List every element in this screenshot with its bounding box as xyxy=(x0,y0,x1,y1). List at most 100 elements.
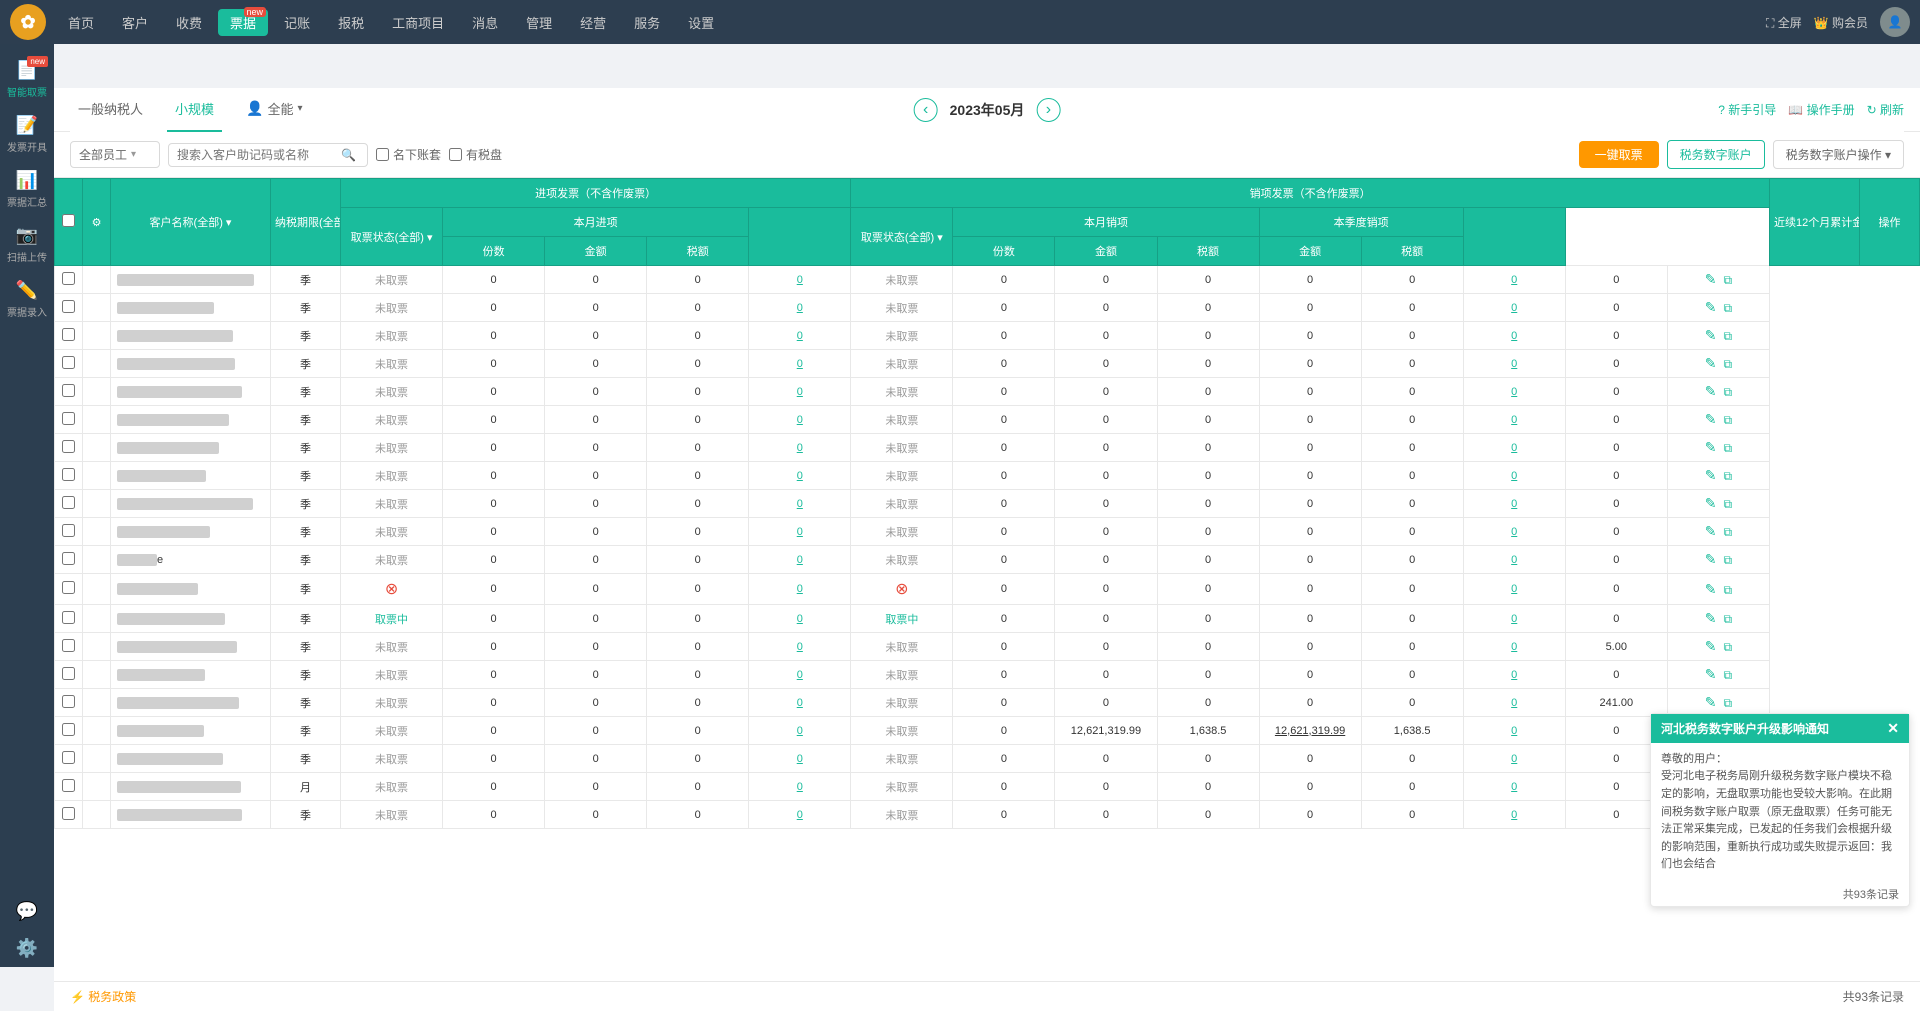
edit-icon[interactable]: ✎ xyxy=(1705,327,1717,343)
next-month-btn[interactable]: › xyxy=(1036,98,1060,122)
copy-icon[interactable]: ⧉ xyxy=(1724,385,1733,399)
edit-icon[interactable]: ✎ xyxy=(1705,439,1717,455)
th-client-name[interactable]: 客户名称(全部) ▾ xyxy=(111,179,271,266)
in-detail-link[interactable]: 0 xyxy=(797,697,803,709)
sidebar-item-invoice-summary[interactable]: 📊 票据汇总 xyxy=(0,162,54,217)
nav-tax[interactable]: 报税 xyxy=(326,9,376,36)
edit-icon[interactable]: ✎ xyxy=(1705,383,1717,399)
in-detail-link[interactable]: 0 xyxy=(797,641,803,653)
row-checkbox-cell[interactable] xyxy=(55,546,83,574)
out-detail-link[interactable]: 0 xyxy=(1511,809,1517,821)
new-guide-btn[interactable]: ? 新手引导 xyxy=(1718,101,1776,118)
row-checkbox-cell[interactable] xyxy=(55,490,83,518)
edit-icon[interactable]: ✎ xyxy=(1705,581,1717,597)
subordinate-accounts-checkbox[interactable] xyxy=(376,148,389,161)
out-detail-link[interactable]: 0 xyxy=(1511,613,1517,625)
sidebar-item-invoice-issue[interactable]: 📝 发票开具 xyxy=(0,107,54,162)
row-checkbox-cell[interactable] xyxy=(55,406,83,434)
nav-messages[interactable]: 消息 xyxy=(460,9,510,36)
search-input[interactable] xyxy=(177,148,337,162)
nav-clients[interactable]: 客户 xyxy=(110,9,160,36)
row-checkbox-cell[interactable] xyxy=(55,350,83,378)
row-checkbox-cell[interactable] xyxy=(55,462,83,490)
row-checkbox-cell[interactable] xyxy=(55,773,83,801)
in-detail-link[interactable]: 0 xyxy=(797,302,803,314)
edit-icon[interactable]: ✎ xyxy=(1705,523,1717,539)
row-checkbox[interactable] xyxy=(62,807,75,820)
copy-icon[interactable]: ⧉ xyxy=(1724,273,1733,287)
row-checkbox-cell[interactable] xyxy=(55,266,83,294)
copy-icon[interactable]: ⧉ xyxy=(1724,413,1733,427)
sidebar-item-scan-upload[interactable]: 📷 扫描上传 xyxy=(0,217,54,272)
copy-icon[interactable]: ⧉ xyxy=(1724,469,1733,483)
tax-digital-account-btn[interactable]: 税务数字账户 xyxy=(1667,140,1765,169)
user-avatar[interactable]: 👤 xyxy=(1880,7,1910,37)
edit-icon[interactable]: ✎ xyxy=(1705,638,1717,654)
in-detail-link[interactable]: 0 xyxy=(797,613,803,625)
popup-close-btn[interactable]: ✕ xyxy=(1887,720,1899,737)
row-checkbox[interactable] xyxy=(62,356,75,369)
row-checkbox[interactable] xyxy=(62,552,75,565)
row-checkbox[interactable] xyxy=(62,524,75,537)
row-checkbox[interactable] xyxy=(62,751,75,764)
fullscreen-btn[interactable]: ⛶ 全屏 xyxy=(1766,14,1802,31)
row-checkbox-cell[interactable] xyxy=(55,633,83,661)
edit-icon[interactable]: ✎ xyxy=(1705,694,1717,710)
edit-icon[interactable]: ✎ xyxy=(1705,551,1717,567)
th-tax-period[interactable]: 纳税期限(全部) ▾ xyxy=(271,179,341,266)
edit-icon[interactable]: ✎ xyxy=(1705,355,1717,371)
copy-icon[interactable]: ⧉ xyxy=(1724,329,1733,343)
search-icon[interactable]: 🔍 xyxy=(341,148,356,162)
in-detail-link[interactable]: 0 xyxy=(797,526,803,538)
out-detail-link[interactable]: 0 xyxy=(1511,358,1517,370)
edit-icon[interactable]: ✎ xyxy=(1705,467,1717,483)
in-detail-link[interactable]: 0 xyxy=(797,583,803,595)
copy-icon[interactable]: ⧉ xyxy=(1724,301,1733,315)
row-checkbox-cell[interactable] xyxy=(55,574,83,605)
copy-icon[interactable]: ⧉ xyxy=(1724,553,1733,567)
edit-icon[interactable]: ✎ xyxy=(1705,666,1717,682)
row-checkbox[interactable] xyxy=(62,496,75,509)
row-checkbox[interactable] xyxy=(62,611,75,624)
nav-settings[interactable]: 设置 xyxy=(676,9,726,36)
nav-invoices[interactable]: 票据 new xyxy=(218,9,268,36)
in-detail-link[interactable]: 0 xyxy=(797,753,803,765)
in-detail-link[interactable]: 0 xyxy=(797,781,803,793)
row-checkbox-cell[interactable] xyxy=(55,434,83,462)
out-detail-link[interactable]: 0 xyxy=(1511,753,1517,765)
copy-icon[interactable]: ⧉ xyxy=(1724,612,1733,626)
row-checkbox[interactable] xyxy=(62,581,75,594)
out-detail-link[interactable]: 0 xyxy=(1511,781,1517,793)
th-in-status[interactable]: 取票状态(全部) ▾ xyxy=(341,208,443,266)
edit-icon[interactable]: ✎ xyxy=(1705,299,1717,315)
out-detail-link[interactable]: 0 xyxy=(1511,725,1517,737)
row-checkbox[interactable] xyxy=(62,440,75,453)
nav-service[interactable]: 服务 xyxy=(622,9,672,36)
in-detail-link[interactable]: 0 xyxy=(797,386,803,398)
th-out-status[interactable]: 取票状态(全部) ▾ xyxy=(851,208,953,266)
in-detail-link[interactable]: 0 xyxy=(797,669,803,681)
out-detail-link[interactable]: 0 xyxy=(1511,330,1517,342)
out-detail-link[interactable]: 0 xyxy=(1511,274,1517,286)
copy-icon[interactable]: ⧉ xyxy=(1724,497,1733,511)
edit-icon[interactable]: ✎ xyxy=(1705,610,1717,626)
row-checkbox[interactable] xyxy=(62,384,75,397)
row-checkbox[interactable] xyxy=(62,300,75,313)
out-detail-link[interactable]: 0 xyxy=(1511,414,1517,426)
out-detail-link[interactable]: 0 xyxy=(1511,442,1517,454)
copy-icon[interactable]: ⧉ xyxy=(1724,583,1733,597)
nav-home[interactable]: 首页 xyxy=(56,9,106,36)
out-detail-link[interactable]: 0 xyxy=(1511,583,1517,595)
has-taxdisk-checkbox[interactable] xyxy=(449,148,462,161)
in-detail-link[interactable]: 0 xyxy=(797,330,803,342)
one-click-invoice-btn[interactable]: 一键取票 xyxy=(1579,141,1659,168)
row-checkbox-cell[interactable] xyxy=(55,518,83,546)
row-checkbox[interactable] xyxy=(62,468,75,481)
copy-icon[interactable]: ⧉ xyxy=(1724,441,1733,455)
employee-select[interactable]: 全部员工 ▾ xyxy=(70,141,160,168)
refresh-btn[interactable]: ↻ 刷新 xyxy=(1867,101,1904,118)
edit-icon[interactable]: ✎ xyxy=(1705,411,1717,427)
out-detail-link[interactable]: 0 xyxy=(1511,697,1517,709)
row-checkbox[interactable] xyxy=(62,723,75,736)
row-checkbox[interactable] xyxy=(62,412,75,425)
